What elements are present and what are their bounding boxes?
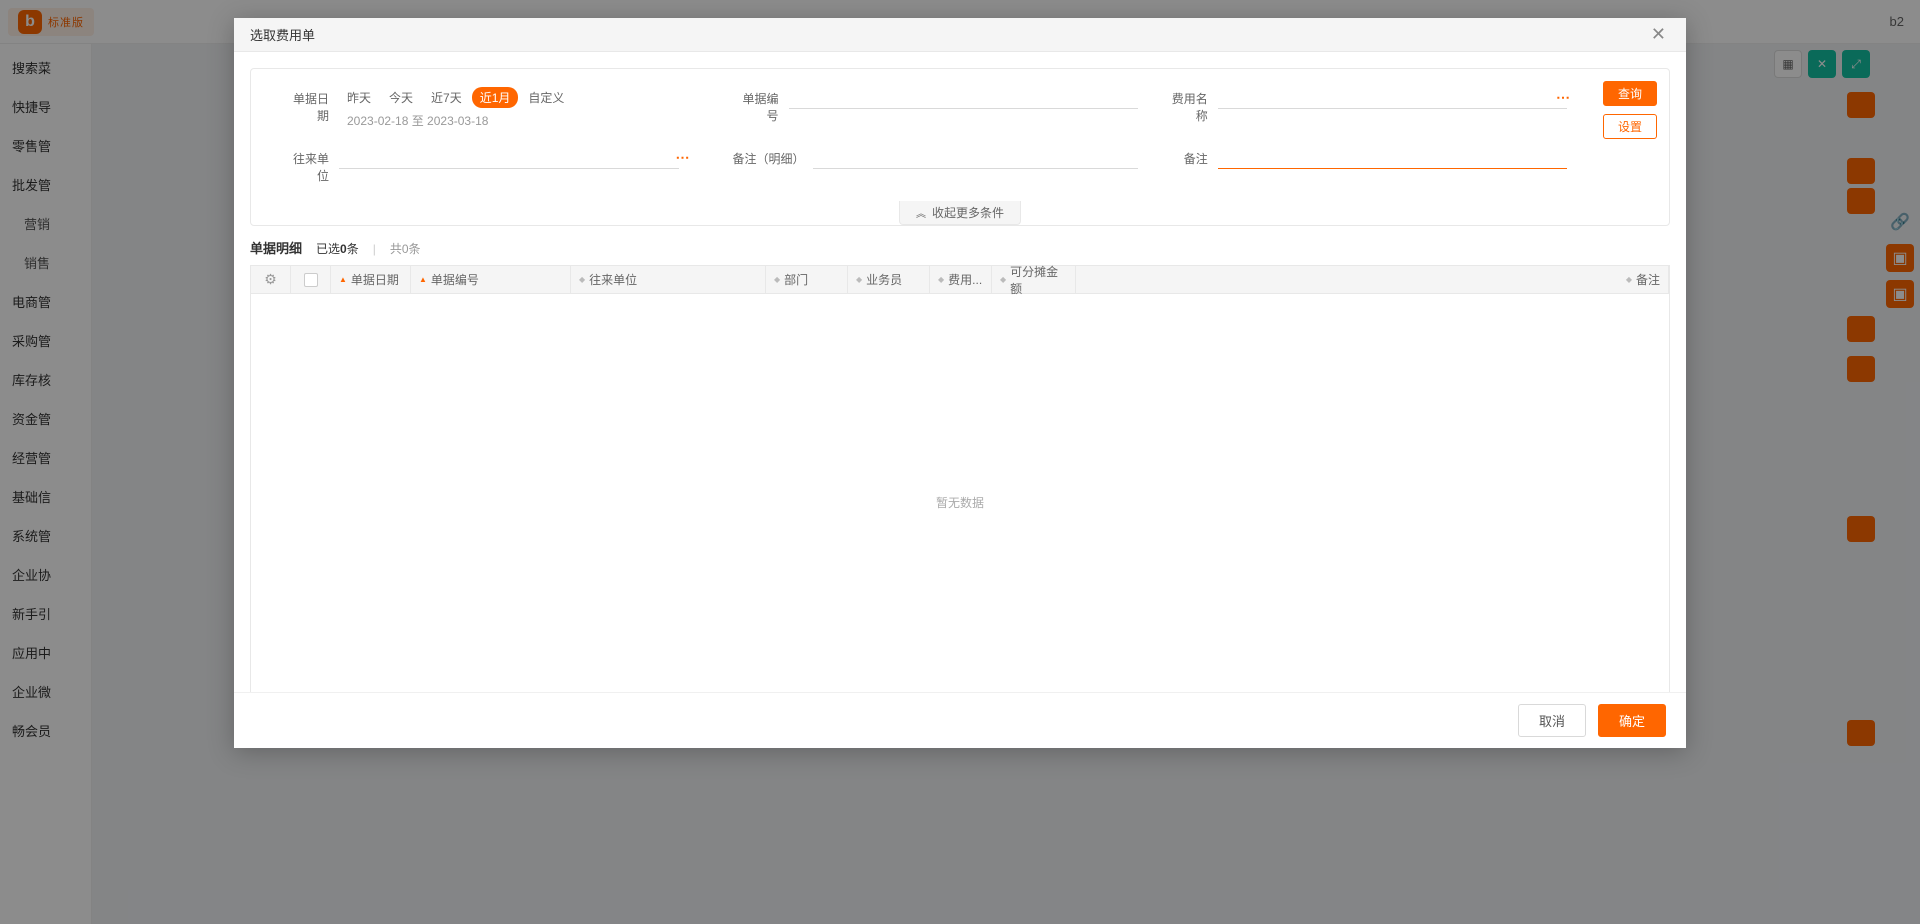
more-icon[interactable]: ⋯ xyxy=(676,149,691,166)
unit-label: 往来单位 xyxy=(283,147,339,184)
table-header: ⚙ ▲单据日期 ▲单据编号 ◆往来单位 ◆部门 ◆业务员 ◆费用... ◆可分摊… xyxy=(251,266,1669,294)
filter-actions: 查询 设置 xyxy=(1603,81,1657,139)
date-control: 昨天 今天 近7天 近1月 自定义 2023-02-18 至 2023-03-1… xyxy=(339,87,709,129)
col-date[interactable]: ▲单据日期 xyxy=(331,266,411,294)
remark-detail-input[interactable] xyxy=(813,147,1138,169)
select-expense-modal: 选取费用单 ✕ 查询 设置 单据日期 昨天 今天 近7天 xyxy=(234,18,1686,748)
date-range-text: 2023-02-18 至 2023-03-18 xyxy=(339,112,709,129)
close-icon[interactable]: ✕ xyxy=(1647,24,1670,45)
sort-icon: ◆ xyxy=(1626,277,1632,282)
name-input[interactable] xyxy=(1218,87,1567,109)
remark-label: 备注 xyxy=(1162,147,1218,167)
col-staff[interactable]: ◆业务员 xyxy=(848,266,930,294)
total-count: 共0条 xyxy=(390,240,421,257)
sort-icon: ◆ xyxy=(579,277,585,282)
modal-footer: 取消 确定 xyxy=(234,692,1686,748)
date-label: 单据日期 xyxy=(283,87,339,124)
collapse-filters-button[interactable]: ︽ 收起更多条件 xyxy=(899,201,1021,225)
date-tab-custom[interactable]: 自定义 xyxy=(520,87,572,108)
name-label: 费用名称 xyxy=(1162,87,1218,124)
gear-column[interactable]: ⚙ xyxy=(251,266,291,294)
col-dept[interactable]: ◆部门 xyxy=(766,266,848,294)
collapse-label: 收起更多条件 xyxy=(932,204,1004,221)
remark-detail-label: 备注（明细） xyxy=(733,147,813,167)
sort-icon: ◆ xyxy=(1000,277,1006,282)
code-input[interactable] xyxy=(789,87,1138,109)
col-unit[interactable]: ◆往来单位 xyxy=(571,266,766,294)
modal-body: 查询 设置 单据日期 昨天 今天 近7天 近1月 自定义 xyxy=(234,52,1686,692)
date-tab-today[interactable]: 今天 xyxy=(381,87,421,108)
date-tab-yesterday[interactable]: 昨天 xyxy=(339,87,379,108)
date-tab-1month[interactable]: 近1月 xyxy=(472,87,519,108)
col-fee[interactable]: ◆费用... xyxy=(930,266,992,294)
unit-input[interactable] xyxy=(339,147,679,169)
cancel-button[interactable]: 取消 xyxy=(1518,704,1586,737)
checkbox-column xyxy=(291,266,331,294)
sort-icon: ◆ xyxy=(856,277,862,282)
selected-count: 已选0条 xyxy=(316,240,359,257)
sort-icon: ◆ xyxy=(774,277,780,282)
col-code[interactable]: ▲单据编号 xyxy=(411,266,571,294)
select-all-checkbox[interactable] xyxy=(304,273,318,287)
filter-panel: 查询 设置 单据日期 昨天 今天 近7天 近1月 自定义 xyxy=(250,68,1670,226)
sort-icon: ▲ xyxy=(419,277,427,282)
sort-icon: ◆ xyxy=(938,277,944,282)
empty-state: 暂无数据 xyxy=(251,294,1669,692)
query-button[interactable]: 查询 xyxy=(1603,81,1657,106)
settings-button[interactable]: 设置 xyxy=(1603,114,1657,139)
gear-icon: ⚙ xyxy=(264,271,277,288)
remark-input[interactable] xyxy=(1218,147,1567,169)
ok-button[interactable]: 确定 xyxy=(1598,704,1666,737)
separator: | xyxy=(373,242,376,256)
date-tabs: 昨天 今天 近7天 近1月 自定义 xyxy=(339,87,709,108)
table: ⚙ ▲单据日期 ▲单据编号 ◆往来单位 ◆部门 ◆业务员 ◆费用... ◆可分摊… xyxy=(250,265,1670,692)
detail-header: 单据明细 已选0条 | 共0条 xyxy=(250,238,1670,257)
more-icon[interactable]: ⋯ xyxy=(1556,89,1571,106)
detail-title: 单据明细 xyxy=(250,238,302,257)
modal-overlay: 选取费用单 ✕ 查询 设置 单据日期 昨天 今天 近7天 xyxy=(0,0,1920,924)
sort-icon: ▲ xyxy=(339,277,347,282)
modal-title: 选取费用单 xyxy=(250,25,315,44)
chevron-up-icon: ︽ xyxy=(916,205,926,220)
col-remark[interactable]: ◆备注 xyxy=(1076,266,1669,294)
modal-header: 选取费用单 ✕ xyxy=(234,18,1686,52)
date-tab-7days[interactable]: 近7天 xyxy=(423,87,470,108)
col-amount[interactable]: ◆可分摊金额 xyxy=(992,266,1076,294)
code-label: 单据编号 xyxy=(733,87,789,124)
